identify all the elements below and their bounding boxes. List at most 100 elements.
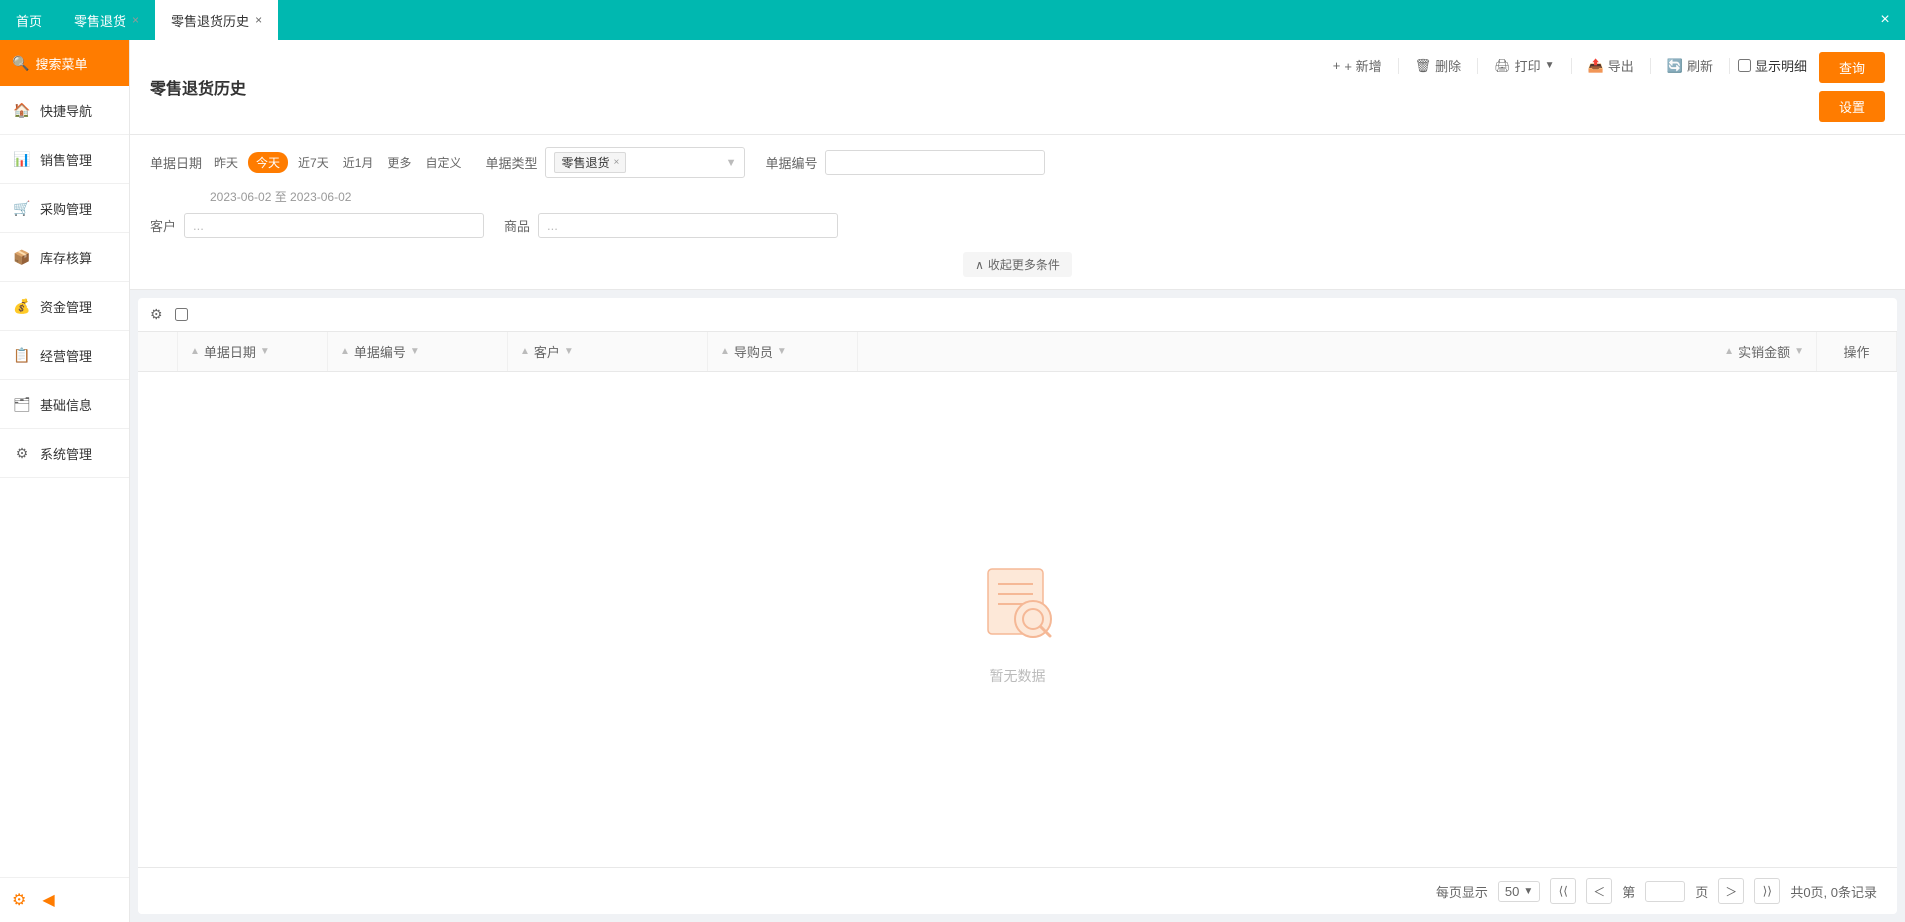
system-icon: ⚙	[12, 443, 32, 463]
delete-button[interactable]: 🗑 删除	[1407, 52, 1470, 79]
export-button[interactable]: 📤 导出	[1580, 52, 1642, 79]
sort-icon-date-asc: ▲	[190, 346, 200, 357]
print-label: 打印	[1515, 56, 1541, 75]
refresh-button[interactable]: 🔄 刷新	[1659, 52, 1721, 79]
tab-retail-return-close[interactable]: ×	[132, 13, 139, 27]
table-settings-icon[interactable]: ⚙	[150, 306, 163, 323]
filter-area: 单据日期 昨天 今天 近7天 近1月 更多 自定义 单据类型	[130, 135, 1905, 290]
th-client[interactable]: ▲ 客户 ▼	[508, 332, 708, 371]
collapse-row: ∧ 收起更多条件	[150, 248, 1885, 277]
sidebar-item-shortcuts[interactable]: 🏠 快捷导航	[0, 86, 129, 135]
tab-retail-return[interactable]: 零售退货 ×	[58, 0, 155, 40]
sidebar-item-inventory[interactable]: 📦 库存核算	[0, 233, 129, 282]
divider-5	[1729, 58, 1730, 74]
setting-button[interactable]: 设置	[1819, 91, 1885, 122]
pagination: 每页显示 50 ▼ ⟨⟨ ＜ 第 1 页 ＞ ⟩⟩ 共0页, 0条记录	[138, 867, 1897, 914]
page-size-select[interactable]: 50 ▼	[1498, 881, 1540, 902]
operations-icon: 📋	[12, 345, 32, 365]
tab-retail-return-history[interactable]: 零售退货历史 ×	[155, 0, 278, 40]
show-detail-checkbox[interactable]	[1738, 59, 1751, 72]
show-detail-checkbox-label[interactable]: 显示明细	[1738, 56, 1807, 75]
sidebar-item-basic-info[interactable]: 🗂 基础信息	[0, 380, 129, 429]
sidebar-search-label: 搜索菜单	[35, 54, 87, 73]
print-button[interactable]: 🖨 打印 ▼	[1486, 52, 1562, 79]
sidebar-item-purchase-label: 采购管理	[40, 199, 92, 218]
tab-home-label: 首页	[16, 11, 42, 30]
new-label: + 新增	[1344, 56, 1381, 75]
sidebar-item-operations[interactable]: 📋 经营管理	[0, 331, 129, 380]
sidebar-item-sales[interactable]: 📊 销售管理	[0, 135, 129, 184]
filter-row-1: 单据日期 昨天 今天 近7天 近1月 更多 自定义 单据类型	[150, 147, 1885, 178]
th-number[interactable]: ▲ 单据编号 ▼	[328, 332, 508, 371]
sidebar-item-finance-label: 资金管理	[40, 297, 92, 316]
date-btn-today[interactable]: 今天	[248, 152, 288, 173]
prev-page-button[interactable]: ＜	[1586, 878, 1612, 904]
window-close-button[interactable]: ×	[1865, 0, 1905, 40]
first-page-button[interactable]: ⟨⟨	[1550, 878, 1576, 904]
sort-icon-amount-asc: ▲	[1724, 346, 1734, 357]
date-range-display: 2023-06-02 至 2023-06-02	[210, 188, 1885, 205]
sidebar-item-finance[interactable]: 💰 资金管理	[0, 282, 129, 331]
page-header: 零售退货历史 + + 新增 🗑 删除	[130, 40, 1905, 135]
page-title: 零售退货历史	[150, 75, 246, 99]
goods-select[interactable]: ...	[538, 213, 838, 238]
collapse-button[interactable]: ∧ 收起更多条件	[963, 252, 1072, 277]
date-btn-yesterday[interactable]: 昨天	[210, 152, 242, 173]
collapse-icon: ∧	[975, 258, 984, 272]
tab-retail-return-label: 零售退货	[74, 11, 126, 30]
divider-2	[1477, 58, 1478, 74]
th-client-label: 客户	[534, 342, 560, 361]
filter-row-2: 客户 ... 商品 ...	[150, 213, 1885, 238]
date-filter: 昨天 今天 近7天 近1月 更多 自定义	[210, 152, 465, 173]
tab-retail-return-history-close[interactable]: ×	[255, 13, 262, 27]
table-area: ⚙ ▲ 单据日期 ▼ ▲ 单据编号 ▼ ▲ 客户 ▼	[138, 298, 1897, 914]
sidebar-item-system-label: 系统管理	[40, 444, 92, 463]
client-select[interactable]: ...	[184, 213, 484, 238]
new-button[interactable]: + + 新增	[1325, 52, 1390, 79]
sidebar-search[interactable]: 🔍 搜索菜单	[0, 40, 129, 86]
sidebar-item-sales-label: 销售管理	[40, 150, 92, 169]
collapse-sidebar-icon[interactable]: ◀	[42, 890, 54, 910]
th-amount[interactable]: ▲ 实销金额 ▼	[858, 332, 1817, 371]
last-page-button[interactable]: ⟩⟩	[1754, 878, 1780, 904]
client-filter-item: 客户 ...	[150, 213, 484, 238]
date-btn-more[interactable]: 更多	[383, 152, 415, 173]
th-guide[interactable]: ▲ 导购员 ▼	[708, 332, 858, 371]
number-input[interactable]	[825, 150, 1045, 175]
settings-icon[interactable]: ⚙	[12, 890, 26, 910]
th-checkbox	[138, 332, 178, 371]
sidebar-item-system[interactable]: ⚙ 系统管理	[0, 429, 129, 478]
search-icon: 🔍	[12, 55, 29, 72]
page-word: 第	[1622, 882, 1635, 901]
new-icon: +	[1333, 58, 1341, 73]
inventory-icon: 📦	[12, 247, 32, 267]
th-action-label: 操作	[1843, 342, 1869, 361]
date-btn-7days[interactable]: 近7天	[294, 152, 333, 173]
sidebar-item-basic-info-label: 基础信息	[40, 395, 92, 414]
top-bar: 首页 零售退货 × 零售退货历史 × ×	[0, 0, 1905, 40]
page-input[interactable]: 1	[1645, 881, 1685, 902]
purchase-icon: 🛒	[12, 198, 32, 218]
empty-icon	[968, 554, 1068, 654]
date-btn-custom[interactable]: 自定义	[421, 152, 465, 173]
tab-home[interactable]: 首页	[0, 0, 58, 40]
content-area: 零售退货历史 + + 新增 🗑 删除	[130, 40, 1905, 922]
page-size-value: 50	[1505, 884, 1519, 899]
top-tabs: 首页 零售退货 × 零售退货历史 ×	[0, 0, 1865, 40]
th-date-label: 单据日期	[204, 342, 256, 361]
th-guide-label: 导购员	[734, 342, 773, 361]
th-date[interactable]: ▲ 单据日期 ▼	[178, 332, 328, 371]
type-tag-label: 零售退货	[561, 154, 609, 171]
type-select[interactable]: 零售退货 × ▼	[545, 147, 745, 178]
sort-icon-client-asc: ▲	[520, 346, 530, 357]
next-page-button[interactable]: ＞	[1718, 878, 1744, 904]
select-all-checkbox[interactable]	[175, 308, 188, 321]
finance-icon: 💰	[12, 296, 32, 316]
sidebar-item-purchase[interactable]: 🛒 采购管理	[0, 184, 129, 233]
type-tag-close[interactable]: ×	[613, 157, 619, 168]
type-select-arrow: ▼	[726, 157, 737, 169]
date-btn-1month[interactable]: 近1月	[339, 152, 378, 173]
divider-4	[1650, 58, 1651, 74]
export-label: 导出	[1608, 56, 1634, 75]
query-button[interactable]: 查询	[1819, 52, 1885, 83]
